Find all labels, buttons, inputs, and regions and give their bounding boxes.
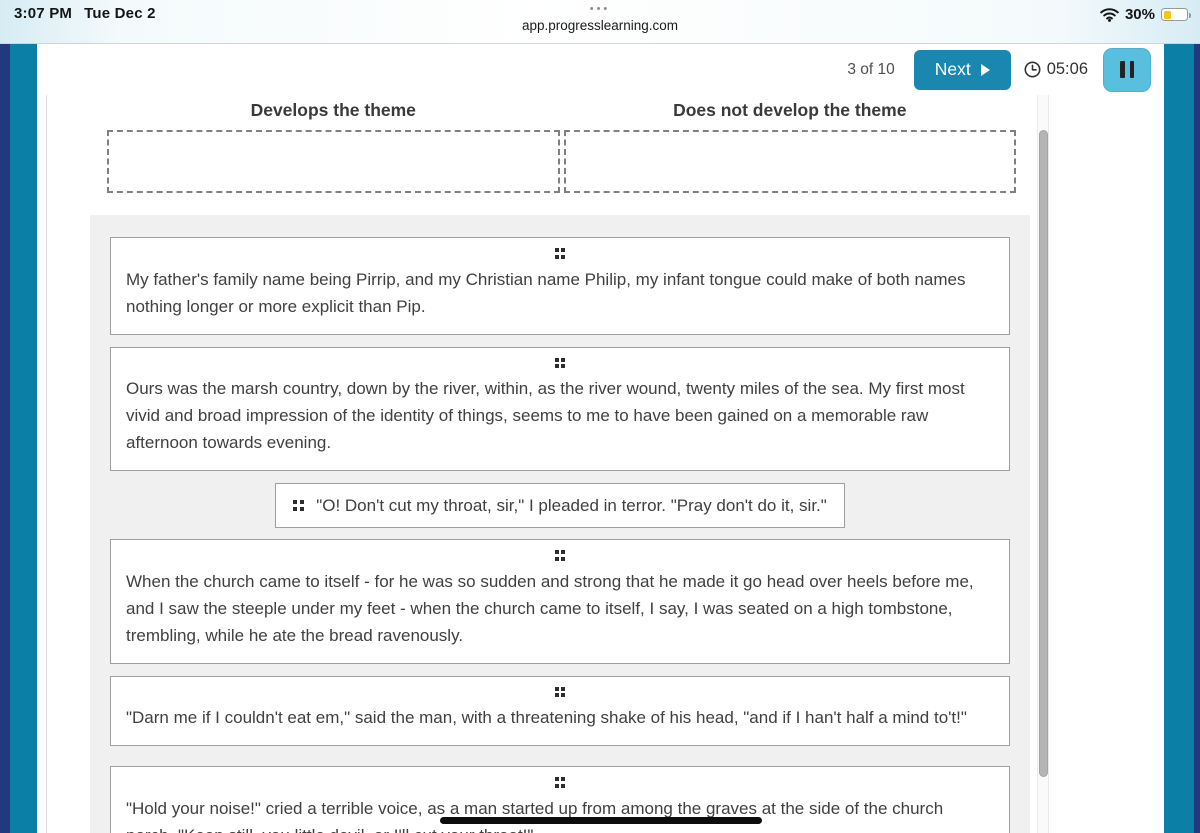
battery-percent: 30% <box>1124 6 1155 23</box>
scrollbar-thumb[interactable] <box>1038 130 1048 777</box>
clock-icon <box>1024 61 1041 78</box>
scrollbar-track[interactable] <box>1037 95 1049 833</box>
draggable-card[interactable]: When the church came to itself - for he … <box>110 539 1010 664</box>
wifi-icon <box>1100 7 1119 22</box>
right-teal-strip <box>1164 44 1194 833</box>
ipad-screen: 3:07 PM Tue Dec 2 ••• app.progresslearni… <box>0 0 1200 833</box>
card-text: My father's family name being Pirrip, an… <box>126 269 966 316</box>
drag-handle-icon[interactable] <box>554 550 566 561</box>
question-progress: 3 of 10 <box>847 60 895 78</box>
drag-handle-icon[interactable] <box>554 777 566 788</box>
draggable-card[interactable]: "O! Don't cut my throat, sir," I pleaded… <box>275 483 845 528</box>
card-text: "Darn me if I couldn't eat em," said the… <box>126 708 967 727</box>
draggable-card[interactable]: "Darn me if I couldn't eat em," said the… <box>110 675 1010 746</box>
battery-fill <box>1163 10 1171 19</box>
drag-handle-icon[interactable] <box>293 500 304 511</box>
address-bar-url[interactable]: app.progresslearning.com <box>0 18 1200 33</box>
timer: 05:06 <box>1024 60 1088 79</box>
battery-icon <box>1161 8 1191 21</box>
status-bar: 3:07 PM Tue Dec 2 ••• app.progresslearni… <box>0 0 1200 44</box>
pause-button[interactable] <box>1103 47 1151 92</box>
left-teal-strip <box>10 44 37 833</box>
drag-handle-icon[interactable] <box>554 357 566 368</box>
timer-value: 05:06 <box>1046 60 1088 78</box>
drag-handle-icon[interactable] <box>554 248 566 259</box>
home-indicator[interactable] <box>440 817 762 824</box>
status-right: 30% <box>1100 6 1191 23</box>
quiz-toolbar: 3 of 10 Next 05:06 <box>37 44 1164 95</box>
category-label-does-not-develop: Does not develop the theme <box>673 100 907 120</box>
content-left-divider <box>46 57 47 833</box>
card-text: "O! Don't cut my throat, sir," I pleaded… <box>316 496 827 515</box>
right-navy-strip <box>1194 44 1200 833</box>
card-text: "Hold your noise!" cried a terrible voic… <box>126 798 944 833</box>
narrow-card-row: "O! Don't cut my throat, sir," I pleaded… <box>110 483 1010 528</box>
tab-dots-icon[interactable]: ••• <box>0 4 1200 15</box>
category-label-develops: Develops the theme <box>250 100 416 120</box>
pause-icon <box>1129 61 1134 78</box>
play-icon <box>980 63 990 76</box>
drop-zone-does-not-develop[interactable] <box>563 130 1016 193</box>
draggable-card[interactable]: My father's family name being Pirrip, an… <box>110 237 1010 335</box>
drop-zones <box>107 130 1016 193</box>
pause-icon <box>1120 61 1125 78</box>
status-center[interactable]: ••• app.progresslearning.com <box>0 4 1200 34</box>
next-button-label: Next <box>934 59 971 79</box>
drag-handle-icon[interactable] <box>554 686 566 697</box>
card-text: Ours was the marsh country, down by the … <box>126 379 965 452</box>
draggable-card[interactable]: Ours was the marsh country, down by the … <box>110 346 1010 471</box>
left-navy-strip <box>0 44 10 833</box>
next-button[interactable]: Next <box>913 49 1011 90</box>
answer-card-panel: My father's family name being Pirrip, an… <box>90 215 1030 833</box>
card-text: When the church came to itself - for he … <box>126 571 974 645</box>
drop-zone-develops[interactable] <box>107 130 560 193</box>
category-headers: Develops the theme Does not develop the … <box>107 100 1016 121</box>
